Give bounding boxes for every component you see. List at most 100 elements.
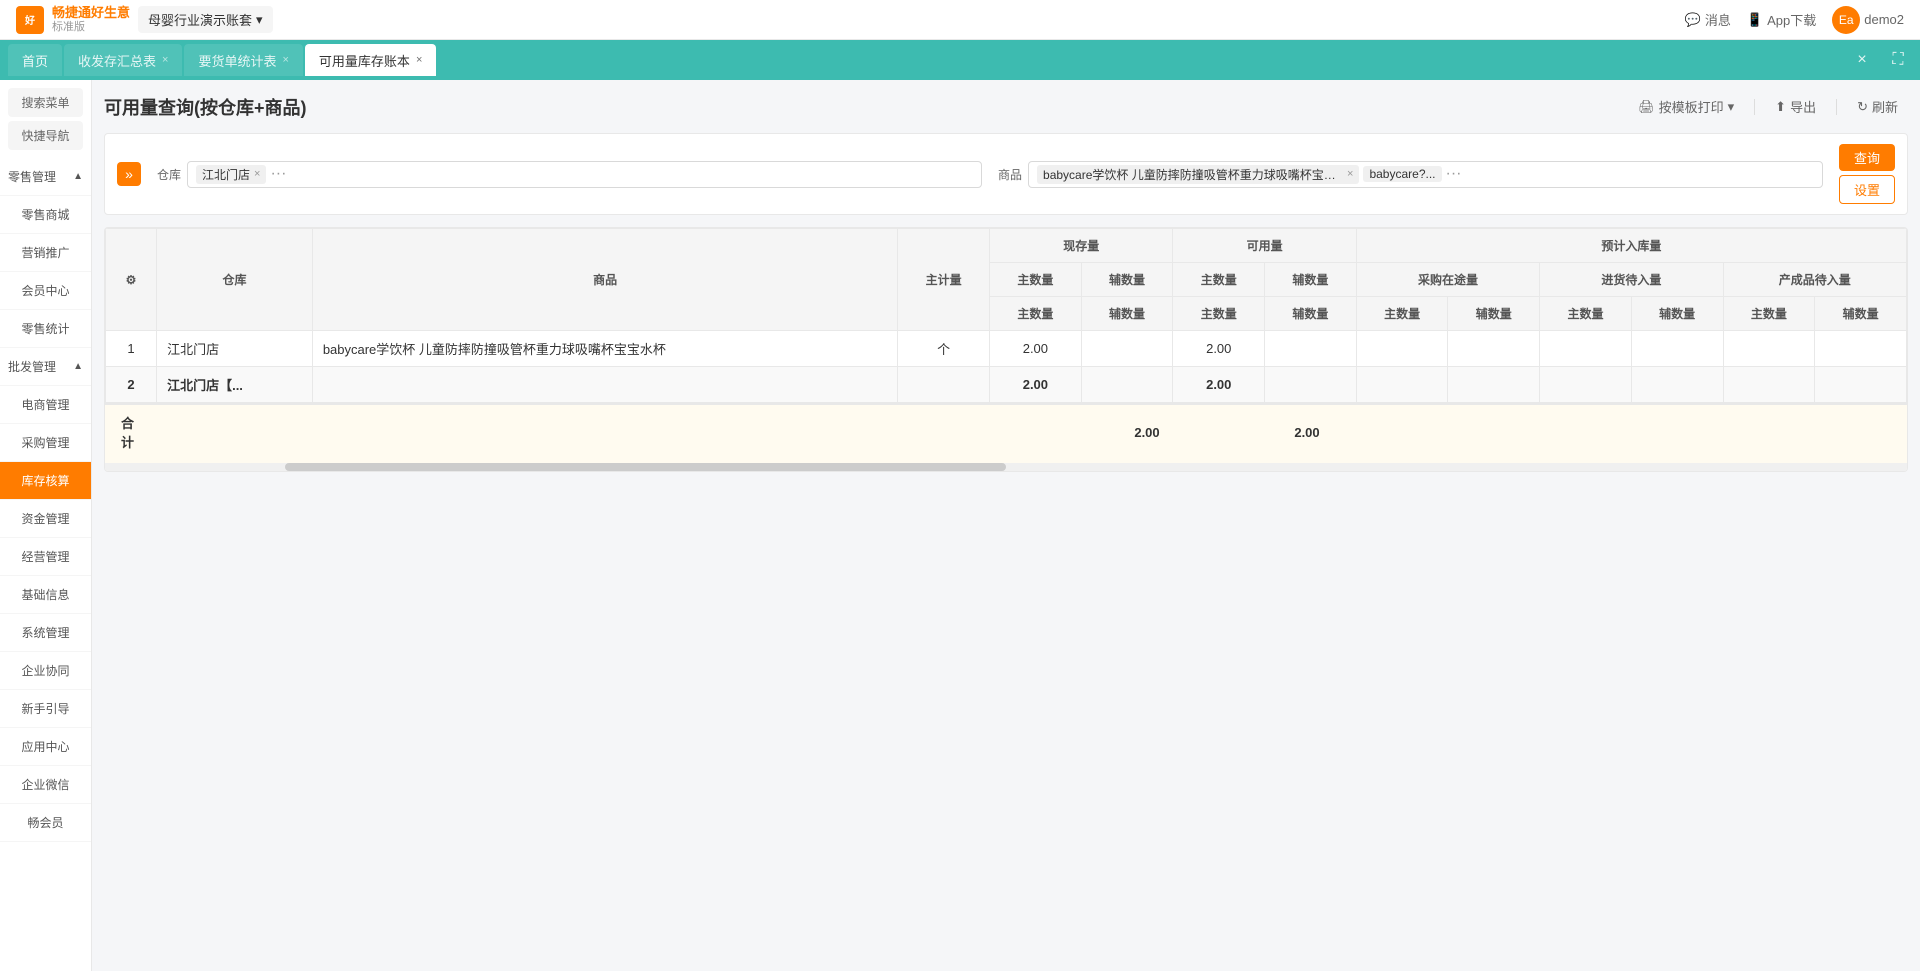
product-tag-2: babycare?...	[1363, 166, 1441, 182]
app-download-btn[interactable]: 📱 App下载	[1747, 10, 1816, 29]
th-avail-aux: 辅数量	[1265, 263, 1357, 297]
avatar: Ea	[1832, 6, 1860, 34]
th-finished-pending: 产成品待入量	[1723, 263, 1906, 297]
sidebar-item-finance[interactable]: 资金管理	[0, 500, 91, 538]
query-btn[interactable]: 查询	[1839, 144, 1895, 171]
warehouse-label: 仓库	[157, 166, 181, 183]
product-dots[interactable]: ···	[1446, 165, 1462, 183]
th-warehouse: 仓库	[157, 229, 313, 331]
sidebar-item-inventory[interactable]: 库存核算	[0, 462, 91, 500]
print-btn[interactable]: 🖨 按模板打印 ▾	[1628, 92, 1744, 121]
sidebar-item-appcenter[interactable]: 应用中心	[0, 728, 91, 766]
row2-fin-main	[1723, 367, 1815, 403]
product-tag-2-text: babycare?...	[1369, 167, 1435, 181]
sidebar-item-newguide[interactable]: 新手引导	[0, 690, 91, 728]
sidebar-item-wechat[interactable]: 企业微信	[0, 766, 91, 804]
arrow-icon: ▲	[73, 171, 83, 182]
sidebar-item-zero-shop[interactable]: 零售商城	[0, 196, 91, 234]
th-main-unit: 主计量	[898, 229, 990, 331]
footer-empty-product	[245, 405, 1047, 459]
sidebar-label-member: 会员中心	[21, 284, 69, 298]
sidebar-item-ecommerce[interactable]: 电商管理	[0, 386, 91, 424]
product-tag-1-close[interactable]: ×	[1347, 168, 1353, 180]
th-gear[interactable]: ⚙	[106, 229, 157, 331]
account-selector[interactable]: 母婴行业演示账套 ▾	[138, 6, 273, 33]
sidebar-item-wholesale[interactable]: 批发管理 ▲	[0, 348, 91, 386]
sidebar-label-zero-shop: 零售商城	[21, 208, 69, 222]
sidebar-item-operation[interactable]: 经营管理	[0, 538, 91, 576]
table-container: ⚙ 仓库 商品 主计量 现存量 可用量 预计入库量 主数量 辅数量	[104, 227, 1908, 472]
tab-home[interactable]: 首页	[8, 44, 62, 76]
close-window-btn[interactable]: ×	[1848, 46, 1876, 74]
footer-fin-aux	[1827, 405, 1907, 459]
row1-avail-aux	[1265, 331, 1357, 367]
quick-nav-btn[interactable]: 快捷导航	[8, 121, 83, 150]
sidebar-item-enterprise[interactable]: 企业协同	[0, 652, 91, 690]
sidebar-item-zero-stat[interactable]: 零售统计	[0, 310, 91, 348]
row2-cur-main: 2.00	[990, 367, 1082, 403]
th-current-main: 主数量	[990, 263, 1082, 297]
message-icon: 💬	[1685, 12, 1701, 28]
product-label: 商品	[998, 166, 1022, 183]
sidebar-label-newguide: 新手引导	[21, 702, 69, 716]
sidebar-item-purchase[interactable]: 采购管理	[0, 424, 91, 462]
sidebar-item-marketing[interactable]: 营销推广	[0, 234, 91, 272]
warehouse-tag-close[interactable]: ×	[254, 168, 260, 180]
search-menu-btn[interactable]: 搜索菜单	[8, 88, 83, 117]
filter-expand-btn[interactable]: »	[117, 162, 141, 186]
table-subtotal-row: 2 江北门店【... 2.00 2.00	[106, 367, 1907, 403]
row2-warehouse: 江北门店【...	[157, 367, 313, 403]
row1-inb-aux	[1631, 331, 1723, 367]
th-inbound-pending: 进货待入量	[1540, 263, 1723, 297]
footer-pur-main	[1427, 405, 1507, 459]
th-cs-aux-label: 辅数量	[1081, 297, 1173, 331]
export-btn[interactable]: ⬆ 导出	[1765, 92, 1826, 121]
sidebar-item-system[interactable]: 系统管理	[0, 614, 91, 652]
sidebar-item-zero-retail[interactable]: 零售管理 ▲	[0, 158, 91, 196]
footer-inb-main	[1587, 405, 1667, 459]
row2-product	[312, 367, 898, 403]
row2-cur-aux	[1081, 367, 1173, 403]
tab-order-stat[interactable]: 要货单统计表 ×	[184, 44, 302, 76]
divider-2	[1836, 99, 1837, 115]
sidebar-item-vip[interactable]: 畅会员	[0, 804, 91, 842]
sidebar-label-basic: 基础信息	[21, 588, 69, 602]
footer-empty-warehouse	[145, 405, 245, 459]
th-product: 商品	[312, 229, 898, 331]
footer-avail-aux	[1347, 405, 1427, 459]
tab-collect-close[interactable]: ×	[162, 54, 168, 66]
refresh-btn[interactable]: ↻ 刷新	[1847, 92, 1908, 121]
tab-order-stat-close[interactable]: ×	[282, 54, 288, 66]
row1-avail-main: 2.00	[1173, 331, 1265, 367]
sidebar-label-wholesale: 批发管理	[8, 358, 56, 375]
warehouse-input[interactable]: 江北门店 × ···	[187, 161, 982, 188]
tab-available[interactable]: 可用量库存账本 ×	[305, 44, 436, 76]
th-planned-inbound: 预计入库量	[1356, 229, 1906, 263]
th-pt-aux: 辅数量	[1448, 297, 1540, 331]
table-scroll[interactable]: ⚙ 仓库 商品 主计量 现存量 可用量 预计入库量 主数量 辅数量	[105, 228, 1907, 403]
row2-pur-aux	[1448, 367, 1540, 403]
sidebar-label-purchase: 采购管理	[21, 436, 69, 450]
footer-cur-aux	[1187, 405, 1267, 459]
product-input[interactable]: babycare学饮杯 儿童防摔防撞吸管杯重力球吸嘴杯宝宝水杯 × babyca…	[1028, 161, 1823, 188]
divider-1	[1754, 99, 1755, 115]
user-area[interactable]: Ea demo2	[1832, 6, 1904, 34]
row1-warehouse: 江北门店	[157, 331, 313, 367]
tab-order-stat-label: 要货单统计表	[198, 51, 276, 70]
footer-inb-aux	[1667, 405, 1747, 459]
warehouse-dots[interactable]: ···	[270, 165, 286, 183]
tab-available-close[interactable]: ×	[416, 54, 422, 66]
row2-seq: 2	[106, 367, 157, 403]
horizontal-scrollbar[interactable]	[105, 463, 1907, 471]
tab-collect[interactable]: 收发存汇总表 ×	[64, 44, 182, 76]
product-field: 商品 babycare学饮杯 儿童防摔防撞吸管杯重力球吸嘴杯宝宝水杯 × bab…	[998, 161, 1823, 188]
sidebar-item-basic[interactable]: 基础信息	[0, 576, 91, 614]
sidebar-item-member[interactable]: 会员中心	[0, 272, 91, 310]
footer-pur-aux	[1507, 405, 1587, 459]
message-btn[interactable]: 💬 消息	[1685, 10, 1731, 29]
setting-btn[interactable]: 设置	[1839, 175, 1895, 204]
app-download-label: App下载	[1767, 10, 1816, 29]
expand-window-btn[interactable]: ⛶	[1884, 46, 1912, 74]
row2-pur-main	[1356, 367, 1448, 403]
th-cs-main-label: 主数量	[990, 297, 1082, 331]
